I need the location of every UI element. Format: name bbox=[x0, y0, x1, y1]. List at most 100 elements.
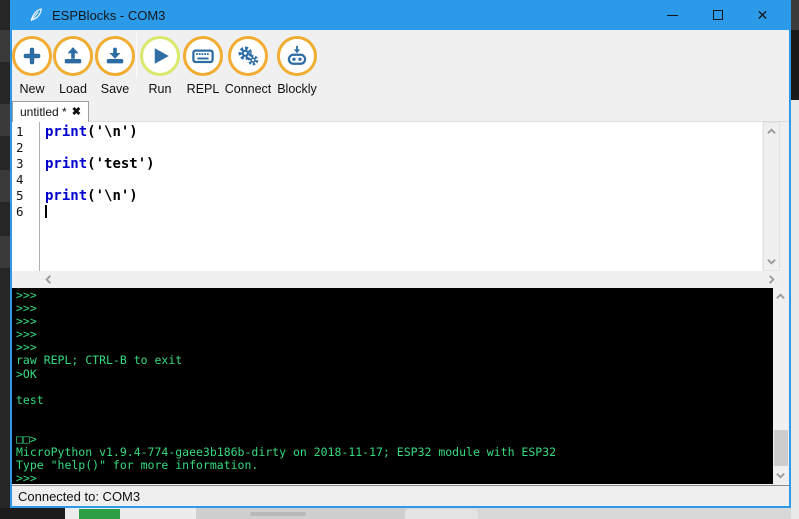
toolbar-separator bbox=[136, 33, 137, 77]
terminal-line: >>> bbox=[16, 302, 773, 315]
code-line[interactable]: print('\n') bbox=[45, 188, 762, 204]
code-pane[interactable]: 123456 print('\n')print('test')print('\n… bbox=[12, 122, 762, 271]
feather-icon bbox=[28, 7, 44, 23]
tab-untitled[interactable]: untitled * ✖ bbox=[12, 101, 89, 122]
run-button-label: Run bbox=[149, 82, 172, 96]
load-button-label: Load bbox=[59, 82, 87, 96]
load-button-circle bbox=[53, 36, 93, 76]
terminal-line: >>> bbox=[16, 472, 773, 484]
new-button[interactable]: New bbox=[12, 36, 52, 76]
scroll-down-arrow[interactable] bbox=[774, 469, 787, 482]
text-cursor bbox=[45, 205, 47, 218]
run-button-circle bbox=[140, 36, 180, 76]
background-window-bottom bbox=[0, 508, 65, 519]
close-icon: ✕ bbox=[757, 8, 769, 22]
blockly-button-label: Blockly bbox=[277, 82, 317, 96]
tab-label: untitled * bbox=[20, 105, 67, 119]
editor-gutter: 123456 bbox=[12, 122, 40, 271]
code-line[interactable] bbox=[45, 204, 762, 220]
terminal-line: Type "help()" for more information. bbox=[16, 459, 773, 472]
plus-icon bbox=[21, 45, 43, 67]
terminal-output[interactable]: >>>>>>>>>>>>>>>raw REPL; CTRL-B to exit>… bbox=[12, 288, 773, 484]
repl-terminal: >>>>>>>>>>>>>>>raw REPL; CTRL-B to exit>… bbox=[12, 288, 789, 485]
titlebar[interactable]: ESPBlocks - COM3 ✕ bbox=[10, 0, 791, 30]
terminal-line: >>> bbox=[16, 315, 773, 328]
terminal-line: >>> bbox=[16, 289, 773, 302]
background-input-fragment bbox=[405, 509, 478, 519]
status-bar: Connected to: COM3 bbox=[12, 485, 789, 506]
new-button-circle bbox=[12, 36, 52, 76]
save-button[interactable]: Save bbox=[95, 36, 135, 76]
window-title: ESPBlocks - COM3 bbox=[52, 8, 165, 23]
line-number: 6 bbox=[12, 204, 39, 220]
terminal-line: >OK bbox=[16, 368, 773, 381]
connect-button[interactable]: Connect bbox=[228, 36, 268, 76]
new-button-label: New bbox=[19, 82, 44, 96]
editor-vertical-scrollbar[interactable] bbox=[763, 122, 780, 271]
run-button[interactable]: Run bbox=[140, 36, 180, 76]
maximize-icon bbox=[713, 10, 723, 20]
terminal-line bbox=[16, 420, 773, 433]
keyboard-icon bbox=[191, 44, 215, 68]
repl-button-circle bbox=[183, 36, 223, 76]
line-number: 5 bbox=[12, 188, 39, 204]
code-line[interactable] bbox=[45, 140, 762, 156]
line-number: 3 bbox=[12, 156, 39, 172]
terminal-line bbox=[16, 381, 773, 394]
code-line[interactable]: print('test') bbox=[45, 156, 762, 172]
gears-icon bbox=[236, 44, 260, 68]
terminal-line bbox=[16, 407, 773, 420]
background-window-right bbox=[791, 0, 799, 30]
repl-button-label: REPL bbox=[187, 82, 220, 96]
toolbar: New Load bbox=[12, 30, 789, 100]
maximize-button[interactable] bbox=[695, 0, 740, 30]
background-fragment bbox=[0, 30, 10, 62]
terminal-line: raw REPL; CTRL-B to exit bbox=[16, 354, 773, 367]
background-fragment bbox=[0, 104, 10, 136]
scroll-up-arrow[interactable] bbox=[774, 290, 787, 303]
code-line[interactable]: print('\n') bbox=[45, 124, 762, 140]
tab-close-icon[interactable]: ✖ bbox=[72, 107, 81, 118]
terminal-scrollbar[interactable] bbox=[773, 288, 789, 484]
close-button[interactable]: ✕ bbox=[740, 0, 785, 30]
save-button-label: Save bbox=[101, 82, 130, 96]
background-text-fragment bbox=[250, 512, 306, 516]
background-window-left bbox=[0, 0, 10, 508]
scrollbar-thumb[interactable] bbox=[774, 430, 788, 466]
scroll-left-arrow[interactable] bbox=[42, 273, 55, 286]
code-line[interactable] bbox=[45, 172, 762, 188]
minimize-button[interactable] bbox=[650, 0, 695, 30]
tab-bar: untitled * ✖ bbox=[12, 100, 789, 122]
screen: ESPBlocks - COM3 ✕ New bbox=[0, 0, 799, 519]
line-number: 2 bbox=[12, 140, 39, 156]
repl-button[interactable]: REPL bbox=[183, 36, 223, 76]
scroll-up-arrow[interactable] bbox=[765, 125, 778, 138]
background-window-right bbox=[791, 100, 799, 519]
background-fragment bbox=[0, 236, 10, 268]
background-green-button bbox=[79, 509, 120, 519]
connect-button-circle bbox=[228, 36, 268, 76]
download-tray-icon bbox=[104, 45, 126, 67]
window-controls: ✕ bbox=[650, 0, 785, 30]
upload-tray-icon bbox=[62, 45, 84, 67]
editor-code[interactable]: print('\n') print('test') print('\n') bbox=[40, 122, 762, 271]
blockly-button-circle bbox=[277, 36, 317, 76]
terminal-line: >>> bbox=[16, 328, 773, 341]
connection-status: Connected to: COM3 bbox=[18, 489, 140, 504]
terminal-line: test bbox=[16, 394, 773, 407]
robot-icon bbox=[285, 44, 309, 68]
line-number: 4 bbox=[12, 172, 39, 188]
scroll-right-arrow[interactable] bbox=[765, 273, 778, 286]
save-button-circle bbox=[95, 36, 135, 76]
editor-horizontal-scrollbar[interactable] bbox=[12, 271, 780, 288]
espblocks-window: ESPBlocks - COM3 ✕ New bbox=[10, 0, 791, 508]
play-icon bbox=[148, 44, 172, 68]
code-editor: 123456 print('\n')print('test')print('\n… bbox=[12, 122, 789, 288]
background-window-right bbox=[791, 30, 799, 100]
load-button[interactable]: Load bbox=[53, 36, 93, 76]
blockly-button[interactable]: Blockly bbox=[277, 36, 317, 76]
background-fragment bbox=[0, 170, 10, 202]
scroll-down-arrow[interactable] bbox=[765, 255, 778, 268]
minimize-icon bbox=[667, 15, 678, 16]
line-number: 1 bbox=[12, 124, 39, 140]
